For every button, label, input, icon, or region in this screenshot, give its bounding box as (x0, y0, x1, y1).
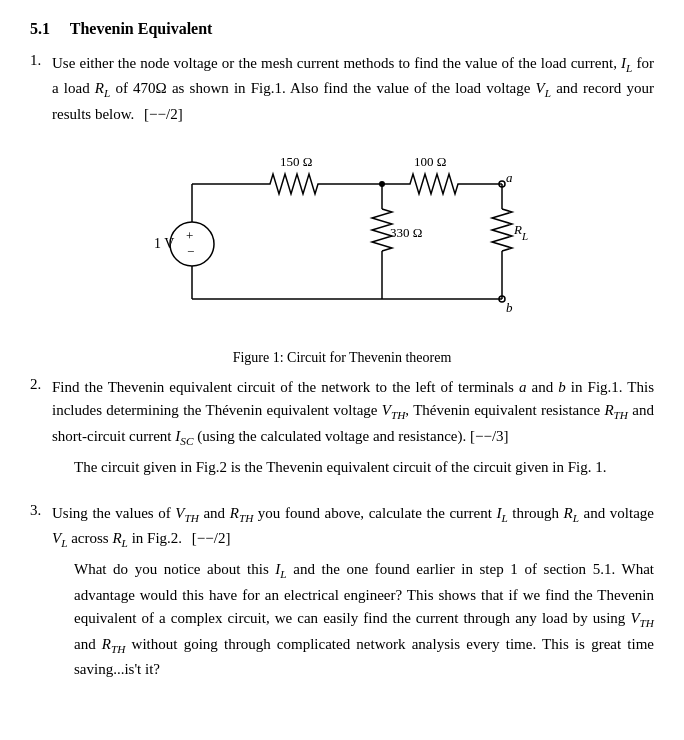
section-title: 5.1 Thevenin Equivalent (30, 20, 654, 38)
problem-3-content: Using the values of VTH and RTH you foun… (52, 502, 654, 692)
figure-container: + − 1 V 150 Ω (30, 144, 654, 366)
r2-label: 100 Ω (414, 154, 446, 169)
problem-1-text: Use either the node voltage or the mesh … (52, 52, 654, 126)
problem-2-sub: The circuit given in Fig.2 is the Theven… (74, 456, 654, 479)
problem-3-score: [−−/2] (192, 530, 231, 546)
problem-list: 1. Use either the node voltage or the me… (30, 52, 654, 691)
r3-label: 330 Ω (390, 225, 422, 240)
section-number: 5.1 (30, 20, 50, 37)
plus-sign: + (186, 228, 193, 243)
source-label: 1 V (154, 236, 174, 251)
problem-1-score: [−−/2] (144, 106, 183, 122)
problem-1-number: 1. (30, 52, 52, 69)
resistor-r3 (372, 209, 392, 251)
problem-3: 3. Using the values of VTH and RTH you f… (30, 502, 654, 692)
resistor-r1 (262, 174, 327, 194)
r1-label: 150 Ω (280, 154, 312, 169)
section-heading: Thevenin Equivalent (70, 20, 213, 37)
figure-caption: Figure 1: Circuit for Thevenin theorem (233, 350, 452, 366)
problem-2-content: Find the Thevenin equivalent circuit of … (52, 376, 654, 489)
rl-label: RL (513, 222, 528, 242)
problem-2: 2. Find the Thevenin equivalent circuit … (30, 376, 654, 489)
node-b-label: b (506, 300, 513, 315)
resistor-r2 (402, 174, 467, 194)
problem-3-number: 3. (30, 502, 52, 519)
minus-sign: − (187, 244, 194, 259)
circuit-figure: + − 1 V 150 Ω (30, 144, 654, 366)
resistor-rl (492, 209, 512, 251)
problem-1: 1. Use either the node voltage or the me… (30, 52, 654, 126)
problem-3-text: Using the values of VTH and RTH you foun… (52, 502, 654, 553)
node-a-label: a (506, 170, 513, 185)
problem-2-number: 2. (30, 376, 52, 393)
circuit-svg: + − 1 V 150 Ω (132, 144, 552, 344)
problem-3-sub: What do you notice about this IL and the… (74, 558, 654, 681)
problem-2-text: Find the Thevenin equivalent circuit of … (52, 376, 654, 450)
